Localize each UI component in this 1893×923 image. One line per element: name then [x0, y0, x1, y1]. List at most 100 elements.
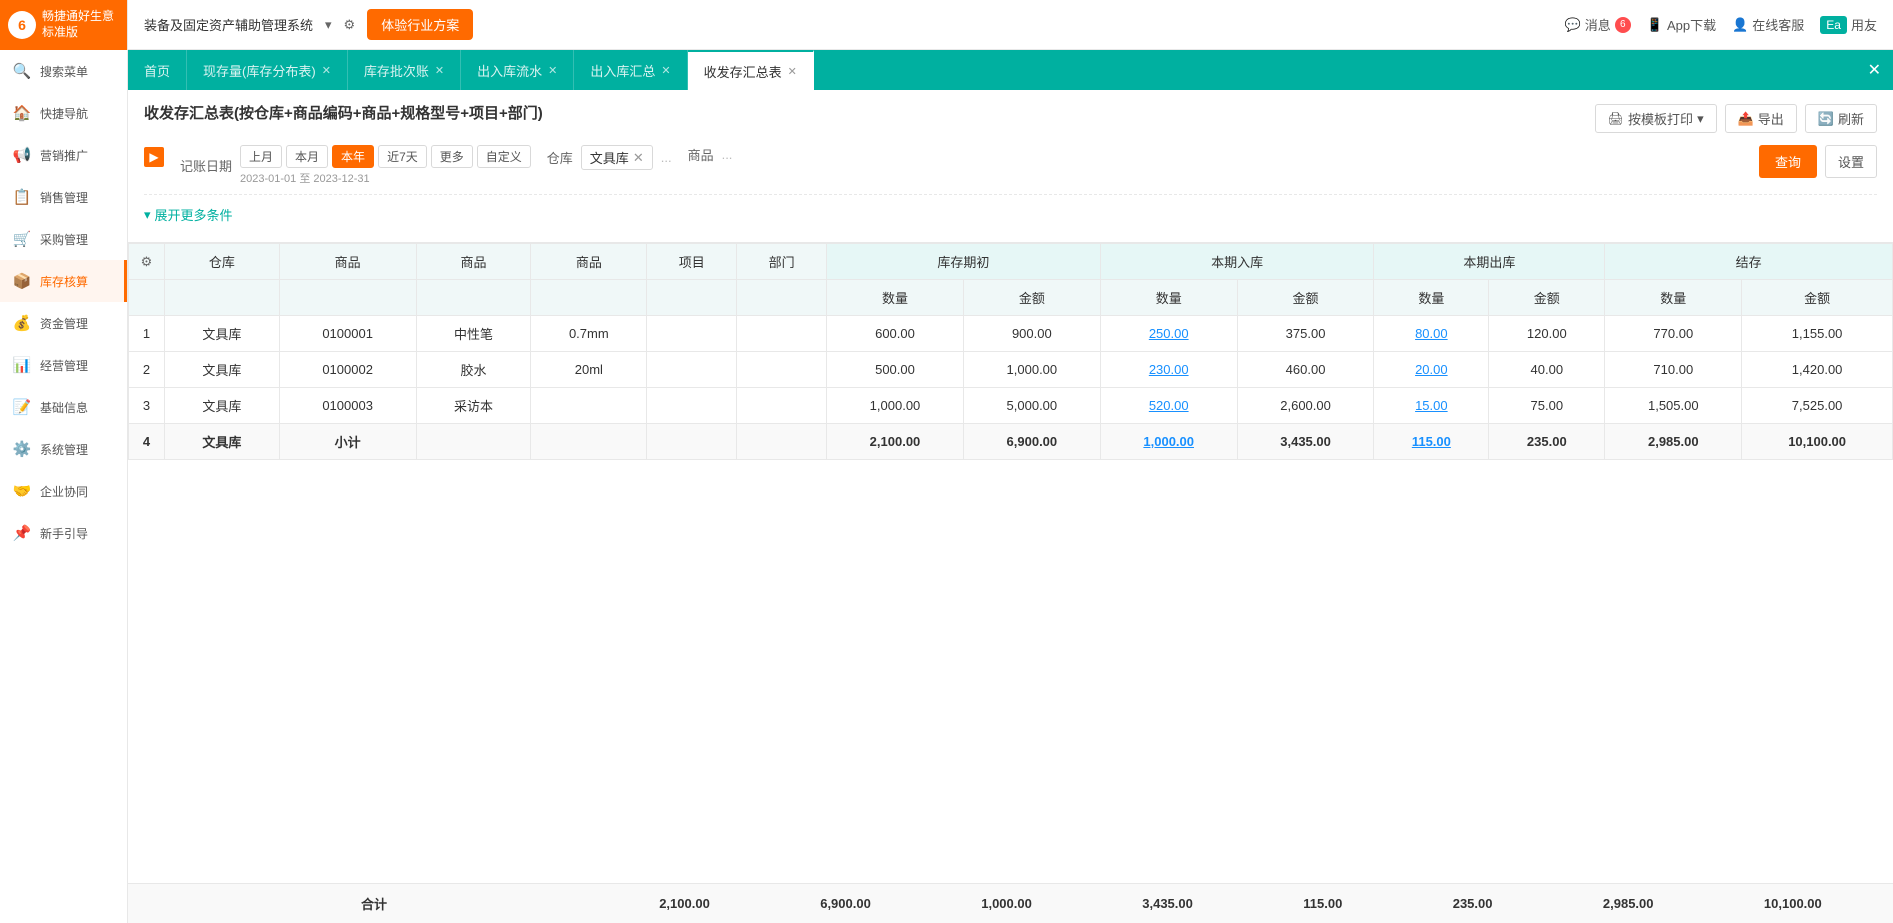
sidebar-item-collab[interactable]: 🤝 企业协同: [0, 470, 127, 512]
col-warehouse-subheader: [165, 280, 280, 316]
tab-collect-summary[interactable]: 收发存汇总表 ✕: [688, 50, 814, 90]
sidebar-logo: 6: [8, 11, 36, 39]
bottom-bar: 合计 2,100.00 6,900.00 1,000.00 3,435.00 1…: [128, 883, 1893, 923]
col-stock-in-header: 本期入库: [1100, 244, 1374, 280]
sidebar-item-baseinfo[interactable]: 📝 基础信息: [0, 386, 127, 428]
tab-close-icon[interactable]: ✕: [435, 64, 444, 77]
row3-code: 0100003: [279, 388, 416, 424]
sidebar-item-label: 采购管理: [40, 231, 88, 248]
warehouse-more-icon[interactable]: ...: [661, 150, 672, 165]
tab-stock-dist[interactable]: 现存量(库存分布表) ✕: [187, 50, 348, 90]
settings-button[interactable]: 设置: [1825, 145, 1877, 178]
warehouse-filter-label: 仓库: [547, 148, 573, 167]
online-service-label: 在线客服: [1752, 15, 1804, 34]
col-in-qty-subheader: 数量: [1100, 280, 1237, 316]
subtotal-in-qty[interactable]: 1,000.00: [1100, 424, 1237, 460]
row2-in-qty[interactable]: 230.00: [1100, 352, 1237, 388]
experience-button[interactable]: 体验行业方案: [367, 9, 473, 40]
print-button[interactable]: 🖨 按模板打印 ▾: [1595, 104, 1717, 133]
col-balance-header: 结存: [1605, 244, 1893, 280]
sidebar-item-purchase[interactable]: 🛒 采购管理: [0, 218, 127, 260]
row3-name: 采访本: [416, 388, 531, 424]
export-button[interactable]: 📤 导出: [1725, 104, 1797, 133]
row1-warehouse: 文具库: [165, 316, 280, 352]
date-btn-this-month[interactable]: 本月: [286, 145, 328, 168]
sidebar-item-search[interactable]: 🔍 搜索菜单: [0, 50, 127, 92]
row2-project: [647, 352, 737, 388]
row3-out-qty[interactable]: 15.00: [1374, 388, 1489, 424]
sidebar-item-guide[interactable]: 📌 新手引导: [0, 512, 127, 554]
system-name: 装备及固定资产辅助管理系统: [144, 15, 313, 34]
row1-in-qty[interactable]: 250.00: [1100, 316, 1237, 352]
sidebar-item-inventory[interactable]: 📦 库存核算: [0, 260, 127, 302]
date-btn-more[interactable]: 更多: [431, 145, 473, 168]
message-button[interactable]: 💬 消息 6: [1565, 15, 1631, 34]
row3-bal-qty: 1,505.00: [1605, 388, 1742, 424]
tab-inout-flow[interactable]: 出入库流水 ✕: [461, 50, 574, 90]
row1-bal-qty: 770.00: [1605, 316, 1742, 352]
col-code-header: 商品: [279, 244, 416, 280]
inventory-icon: 📦: [12, 272, 32, 290]
table-row: 2 文具库 0100002 胶水 20ml 500.00 1,000.00 23…: [129, 352, 1893, 388]
table-config-icon[interactable]: ⚙: [141, 254, 153, 269]
topbar-dropdown[interactable]: ▾: [325, 17, 332, 33]
row1-project: [647, 316, 737, 352]
user-menu[interactable]: Ea 用友: [1820, 15, 1877, 34]
date-btn-custom[interactable]: 自定义: [477, 145, 531, 168]
total-in-amt: 3,435.00: [1132, 896, 1203, 911]
settings-icon[interactable]: ⚙: [344, 17, 356, 33]
refresh-button[interactable]: 🔄 刷新: [1805, 104, 1877, 133]
row2-out-qty[interactable]: 20.00: [1374, 352, 1489, 388]
tab-close-icon[interactable]: ✕: [322, 64, 331, 77]
close-all-tabs-button[interactable]: ✕: [1856, 60, 1893, 80]
tab-close-icon[interactable]: ✕: [661, 64, 670, 77]
row1-out-qty[interactable]: 80.00: [1374, 316, 1489, 352]
tab-home[interactable]: 首页: [128, 50, 187, 90]
date-btn-last-month[interactable]: 上月: [240, 145, 282, 168]
row1-out-amt: 120.00: [1489, 316, 1605, 352]
col-init-qty-subheader: 数量: [827, 280, 964, 316]
user-label: 用友: [1851, 15, 1877, 34]
sidebar-item-label: 销售管理: [40, 189, 88, 206]
query-button[interactable]: 查询: [1759, 145, 1817, 178]
sidebar-item-label: 营销推广: [40, 147, 88, 164]
sidebar-item-finance[interactable]: 💰 资金管理: [0, 302, 127, 344]
row3-warehouse: 文具库: [165, 388, 280, 424]
app-download-button[interactable]: 📱 App下载: [1647, 15, 1716, 34]
filter-toggle-btn[interactable]: ▶: [144, 147, 164, 167]
subtotal-empty3: [647, 424, 737, 460]
tab-close-icon[interactable]: ✕: [548, 64, 557, 77]
warehouse-tag[interactable]: 文具库 ✕: [581, 145, 653, 170]
tab-close-icon[interactable]: ✕: [788, 65, 797, 78]
sidebar-item-quicknav[interactable]: 🏠 快捷导航: [0, 92, 127, 134]
warehouse-tag-close-icon[interactable]: ✕: [633, 150, 644, 166]
row2-init-qty: 500.00: [827, 352, 964, 388]
product-more-icon[interactable]: ...: [722, 147, 733, 162]
purchase-icon: 🛒: [12, 230, 32, 248]
total-init-qty: 2,100.00: [649, 896, 720, 911]
row2-spec: 20ml: [531, 352, 647, 388]
subtotal-out-qty[interactable]: 115.00: [1374, 424, 1489, 460]
date-btn-7days[interactable]: 近7天: [378, 145, 427, 168]
sidebar-item-sales[interactable]: 📋 销售管理: [0, 176, 127, 218]
expand-more-button[interactable]: ▾ 展开更多条件: [144, 205, 1877, 224]
date-btn-this-year[interactable]: 本年: [332, 145, 374, 168]
row3-init-qty: 1,000.00: [827, 388, 964, 424]
row3-out-amt: 75.00: [1489, 388, 1605, 424]
subtotal-no: 4: [129, 424, 165, 460]
online-service-button[interactable]: 👤 在线客服: [1732, 15, 1804, 34]
system-icon: ⚙️: [12, 440, 32, 458]
sidebar-item-system[interactable]: ⚙️ 系统管理: [0, 428, 127, 470]
row2-bal-amt: 1,420.00: [1742, 352, 1893, 388]
tab-batch[interactable]: 库存批次账 ✕: [348, 50, 461, 90]
row3-in-qty[interactable]: 520.00: [1100, 388, 1237, 424]
col-project-header: 项目: [647, 244, 737, 280]
marketing-icon: 📢: [12, 146, 32, 164]
subtotal-bal-amt: 10,100.00: [1742, 424, 1893, 460]
sidebar-item-business[interactable]: 📊 经营管理: [0, 344, 127, 386]
page-title: 收发存汇总表(按仓库+商品编码+商品+规格型号+项目+部门): [144, 102, 543, 123]
sidebar-item-marketing[interactable]: 📢 营销推广: [0, 134, 127, 176]
tab-inout-summary[interactable]: 出入库汇总 ✕: [574, 50, 687, 90]
row3-project: [647, 388, 737, 424]
sidebar-item-label: 企业协同: [40, 483, 88, 500]
